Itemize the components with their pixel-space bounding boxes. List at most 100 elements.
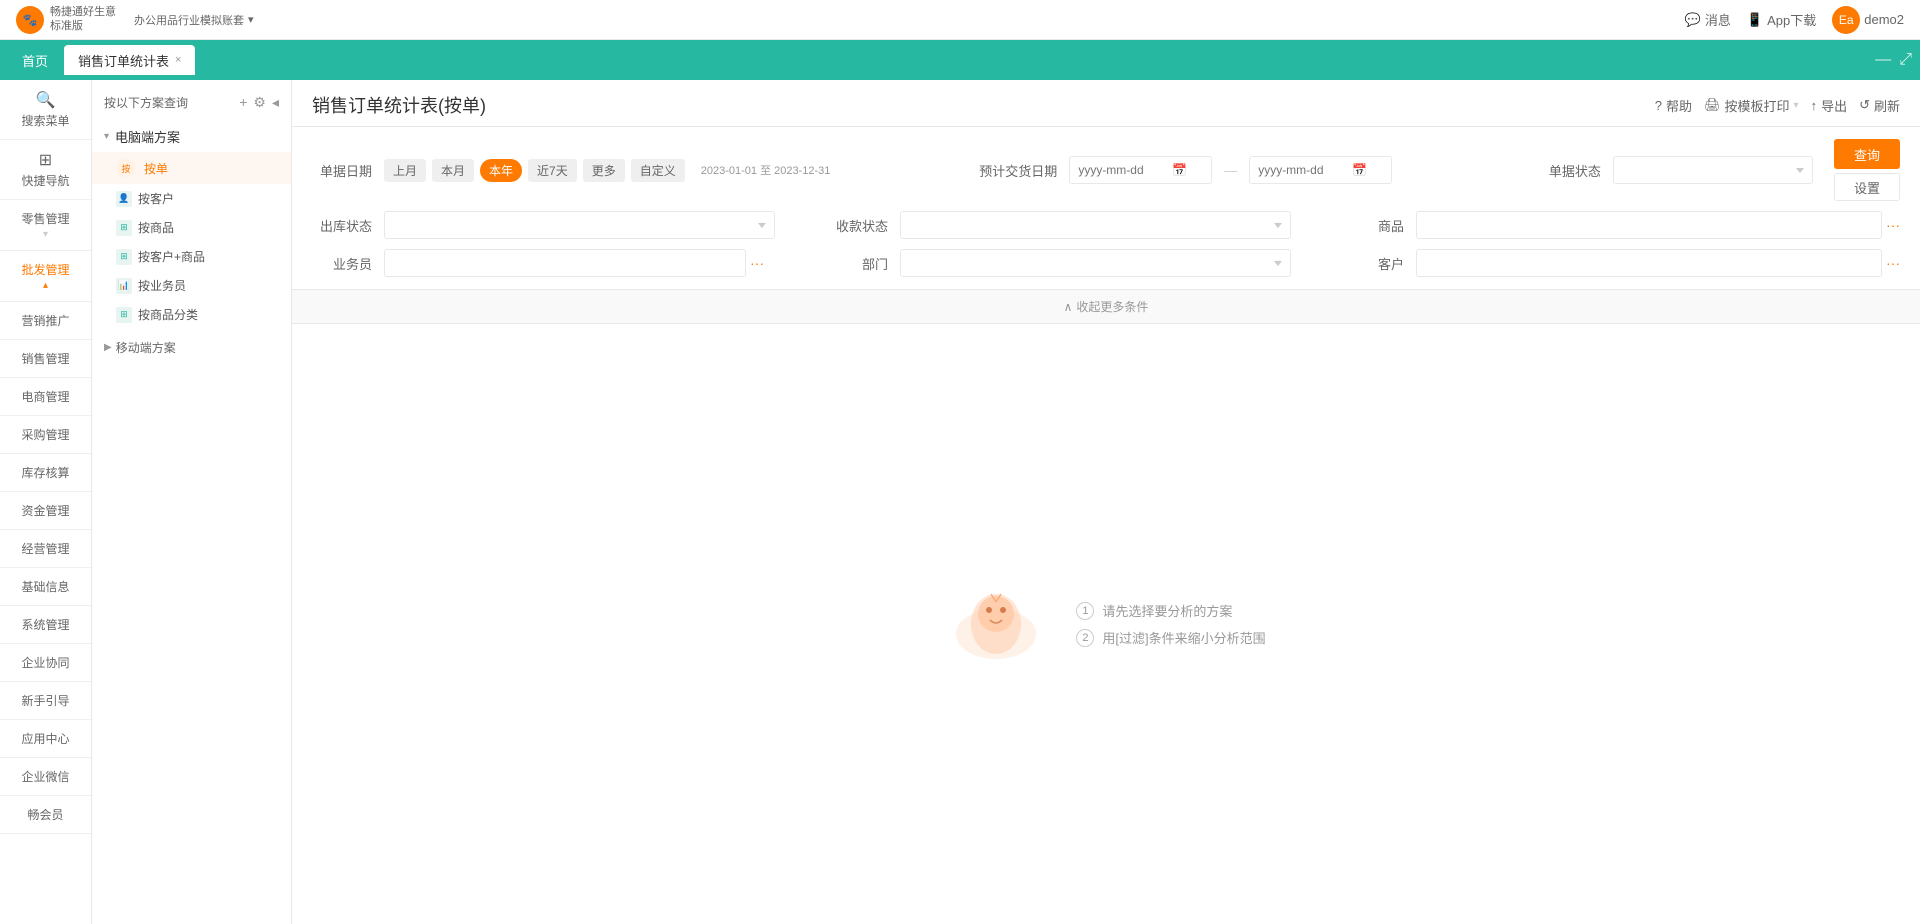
collapse-up-icon: ∧: [1064, 300, 1073, 314]
collapse-panel-btn[interactable]: ◂: [272, 94, 279, 111]
scheme-by-customer[interactable]: 👤 按客户: [92, 184, 291, 213]
expected-date-end-wrap[interactable]: 📅: [1249, 156, 1392, 184]
search-btn[interactable]: 查询: [1834, 139, 1900, 169]
tree-expand-icon: ▾: [104, 131, 109, 142]
empty-hint-1: 1 请先选择要分析的方案: [1076, 601, 1265, 620]
logo-text: 畅捷通好生意 标准版: [50, 6, 116, 32]
date-btn-last-month[interactable]: 上月: [384, 159, 426, 182]
date-btn-this-month[interactable]: 本月: [432, 159, 474, 182]
right-panel: 销售订单统计表(按单) ? 帮助 🖨 按模板打印 ▾ ↑ 导出: [292, 80, 1920, 924]
page-title: 销售订单统计表(按单): [312, 92, 486, 118]
tree-parent-desktop[interactable]: ▾ 电脑端方案: [92, 121, 291, 152]
expected-date-start[interactable]: [1078, 163, 1168, 177]
sidebar-item-purchase[interactable]: 采购管理: [0, 416, 91, 454]
tab-minimize-btn[interactable]: —: [1875, 51, 1891, 69]
payment-status-label: 收款状态: [828, 216, 888, 235]
category-icon: ⊞: [116, 307, 132, 323]
app-download-btn[interactable]: 📱 App下载: [1747, 10, 1816, 29]
date-range-text: 2023-01-01 至 2023-12-31: [701, 162, 831, 178]
sidebar-item-enterprise[interactable]: 企业协同: [0, 644, 91, 682]
customer-product-icon: ⊞: [116, 249, 132, 265]
product-label: 商品: [1344, 216, 1404, 235]
order-status-select[interactable]: [1613, 156, 1813, 184]
product-ellipsis-btn[interactable]: ···: [1886, 217, 1900, 233]
sidebar-item-marketing[interactable]: 营销推广: [0, 302, 91, 340]
expected-date-end[interactable]: [1258, 163, 1348, 177]
sidebar-item-ecommerce[interactable]: 电商管理: [0, 378, 91, 416]
store-selector[interactable]: 办公用品行业模拟账套 ▾: [126, 12, 262, 28]
scheme-by-salesperson[interactable]: 📊 按业务员: [92, 271, 291, 300]
tab-actions: — ⤢: [1875, 51, 1912, 69]
print-btn[interactable]: 🖨 按模板打印 ▾: [1704, 96, 1799, 115]
date-btn-more[interactable]: 更多: [583, 159, 625, 182]
sidebar-item-appstore[interactable]: 应用中心: [0, 720, 91, 758]
empty-hints: 1 请先选择要分析的方案 2 用[过滤]条件来缩小分析范围: [1076, 601, 1265, 647]
add-scheme-btn[interactable]: +: [239, 94, 247, 111]
sidebar-item-sales[interactable]: 销售管理: [0, 340, 91, 378]
tab-home[interactable]: 首页: [8, 45, 62, 75]
message-btn[interactable]: 💬 消息: [1685, 10, 1731, 29]
print-dropdown-icon: ▾: [1794, 100, 1799, 111]
tab-expand-btn[interactable]: ⤢: [1899, 51, 1912, 69]
sidebar-quick-nav[interactable]: ⊞ 快捷导航: [0, 140, 91, 200]
sidebar-item-retail[interactable]: 零售管理 ▾: [0, 200, 91, 251]
sidebar-item-system[interactable]: 系统管理: [0, 606, 91, 644]
tab-bar: 首页 销售订单统计表 × — ⤢: [0, 40, 1920, 80]
sidebar-item-finance[interactable]: 资金管理: [0, 492, 91, 530]
salesperson-input[interactable]: [384, 249, 746, 277]
empty-hint-2: 2 用[过滤]条件来缩小分析范围: [1076, 628, 1265, 647]
mobile-section-label[interactable]: ▶ 移动端方案: [92, 333, 291, 362]
product-icon: ⊞: [116, 220, 132, 236]
sidebar-item-basicinfo[interactable]: 基础信息: [0, 568, 91, 606]
refresh-btn[interactable]: ↺ 刷新: [1859, 96, 1900, 115]
user-profile[interactable]: Ea demo2: [1832, 6, 1904, 34]
salesperson-ellipsis-btn[interactable]: ···: [750, 255, 764, 271]
empty-state: 1 请先选择要分析的方案 2 用[过滤]条件来缩小分析范围: [292, 324, 1920, 924]
customer-label: 客户: [1344, 254, 1404, 273]
scheme-by-customer-product[interactable]: ⊞ 按客户+商品: [92, 242, 291, 271]
action-buttons: 查询 设置: [1834, 139, 1900, 201]
date-btn-last7[interactable]: 近7天: [528, 159, 577, 182]
help-btn[interactable]: ? 帮助: [1655, 96, 1692, 115]
product-input[interactable]: [1416, 211, 1882, 239]
message-icon: 💬: [1685, 12, 1701, 28]
scheme-by-product-category[interactable]: ⊞ 按商品分类: [92, 300, 291, 329]
refresh-icon: ↺: [1859, 97, 1870, 113]
shipment-status-select[interactable]: [384, 211, 775, 239]
date-btn-custom[interactable]: 自定义: [631, 159, 685, 182]
expected-date-start-wrap[interactable]: 📅: [1069, 156, 1212, 184]
sidebar-item-member[interactable]: 畅会员: [0, 796, 91, 834]
tab-sales-order[interactable]: 销售订单统计表 ×: [64, 45, 195, 75]
date-btn-this-year[interactable]: 本年: [480, 159, 522, 182]
date-label: 单据日期: [312, 161, 372, 180]
customer-ellipsis-btn[interactable]: ···: [1886, 255, 1900, 271]
sidebar-item-operations[interactable]: 经营管理: [0, 530, 91, 568]
logo-area: 🐾 畅捷通好生意 标准版: [16, 6, 116, 34]
logo-icon: 🐾: [16, 6, 44, 34]
settings-scheme-btn[interactable]: ⚙: [253, 94, 266, 111]
user-avatar: Ea: [1832, 6, 1860, 34]
payment-status-select[interactable]: [900, 211, 1291, 239]
sidebar-item-wholesale[interactable]: 批发管理 ▴: [0, 251, 91, 302]
content-area: 按以下方案查询 + ⚙ ◂ ▾ 电脑端方案 按 按单 👤: [92, 80, 1920, 924]
scheme-by-product[interactable]: ⊞ 按商品: [92, 213, 291, 242]
sidebar-search[interactable]: 🔍 搜索菜单: [0, 80, 91, 140]
customer-input[interactable]: [1416, 249, 1882, 277]
sidebar-item-wxwork[interactable]: 企业微信: [0, 758, 91, 796]
collapse-bar[interactable]: ∧ 收起更多条件: [292, 290, 1920, 324]
export-btn[interactable]: ↑ 导出: [1811, 96, 1848, 115]
page-header: 销售订单统计表(按单) ? 帮助 🖨 按模板打印 ▾ ↑ 导出: [292, 80, 1920, 127]
salesperson-icon: 📊: [116, 278, 132, 294]
sidebar-item-inventory[interactable]: 库存核算: [0, 454, 91, 492]
department-label: 部门: [828, 254, 888, 273]
left-panel: 按以下方案查询 + ⚙ ◂ ▾ 电脑端方案 按 按单 👤: [92, 80, 292, 924]
tab-close-icon[interactable]: ×: [175, 54, 181, 66]
scheme-by-order[interactable]: 按 按单: [92, 152, 291, 184]
export-icon: ↑: [1811, 98, 1818, 113]
top-bar-left: 🐾 畅捷通好生意 标准版 办公用品行业模拟账套 ▾: [16, 6, 262, 34]
setting-btn[interactable]: 设置: [1834, 173, 1900, 201]
department-select[interactable]: [900, 249, 1291, 277]
header-icons: + ⚙ ◂: [239, 94, 279, 111]
order-status-label: 单据状态: [1541, 161, 1601, 180]
sidebar-item-newbie[interactable]: 新手引导: [0, 682, 91, 720]
